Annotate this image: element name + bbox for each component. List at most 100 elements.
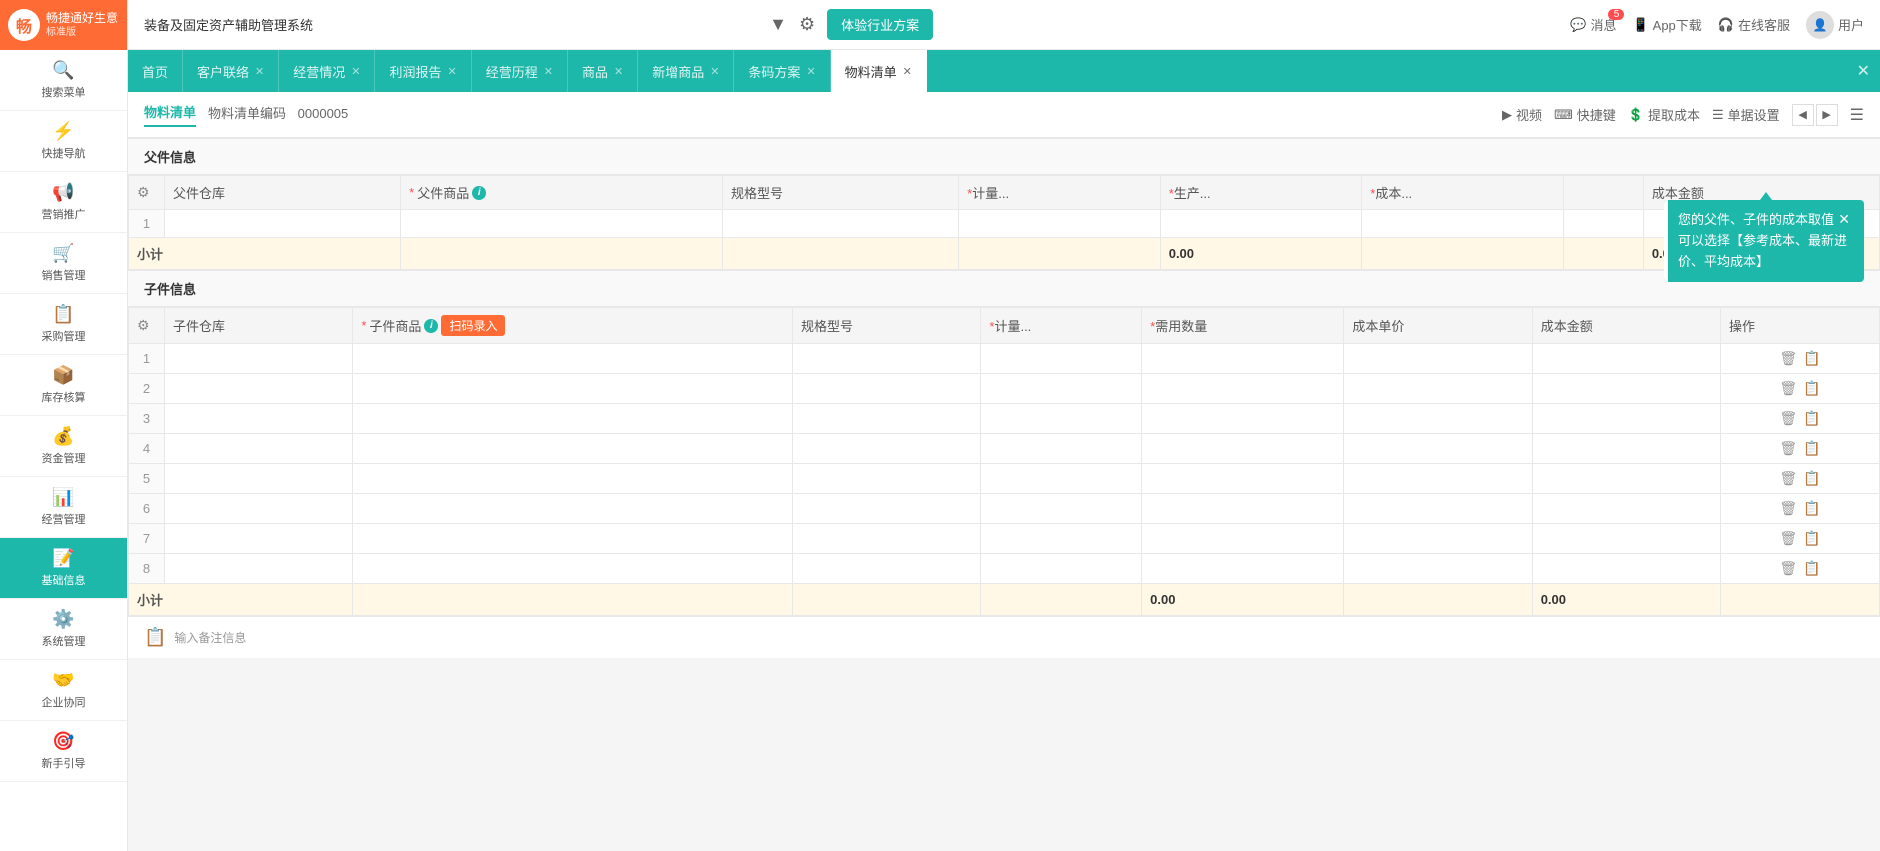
child-goods-cell[interactable] [353,374,793,404]
sub-tab-bom-list[interactable]: 物料清单 [144,102,196,127]
child-need-qty-cell[interactable] [1142,494,1344,524]
parent-col-settings[interactable]: ⚙ [129,176,165,210]
tab-operations-close-icon[interactable]: ✕ [351,65,360,78]
child-amount-cell[interactable] [1532,404,1720,434]
doc-settings-action[interactable]: ☰ 单据设置 [1712,105,1780,124]
child-amount-cell[interactable] [1532,524,1720,554]
child-spec-cell[interactable] [793,404,981,434]
sidebar-item-system[interactable]: ⚙️ 系统管理 [0,599,127,660]
parent-warehouse-cell[interactable] [165,210,401,238]
copy-icon[interactable]: 📋 [1803,350,1820,367]
tab-barcode-close-icon[interactable]: ✕ [806,65,815,78]
sidebar-item-marketing[interactable]: 📢 营销推广 [0,172,127,233]
tooltip-close-button[interactable]: ✕ [1838,208,1850,230]
parent-cost-cell[interactable] [1362,210,1564,238]
child-need-qty-cell[interactable] [1142,374,1344,404]
child-unit-cell[interactable] [981,494,1142,524]
child-warehouse-cell[interactable] [165,434,353,464]
sidebar-item-operations[interactable]: 📊 经营管理 [0,477,127,538]
child-col-settings[interactable]: ⚙ [129,308,165,344]
delete-icon[interactable]: 🗑 [1779,410,1797,427]
child-goods-cell[interactable] [353,404,793,434]
app-download-button[interactable]: 📱 App下载 [1632,15,1701,34]
copy-icon[interactable]: 📋 [1803,410,1820,427]
tab-operations[interactable]: 经营情况 ✕ [279,50,375,92]
nav-prev-button[interactable]: ◀ [1792,104,1814,126]
child-spec-cell[interactable] [793,344,981,374]
child-spec-cell[interactable] [793,494,981,524]
child-spec-cell[interactable] [793,374,981,404]
copy-icon[interactable]: 📋 [1803,440,1820,457]
delete-icon[interactable]: 🗑 [1779,470,1797,487]
tab-profit[interactable]: 利润报告 ✕ [375,50,471,92]
child-warehouse-cell[interactable] [165,554,353,584]
sidebar-item-basic-info[interactable]: 📝 基础信息 [0,538,127,599]
tab-new-goods-close-icon[interactable]: ✕ [710,65,719,78]
child-warehouse-cell[interactable] [165,464,353,494]
parent-produce-cell[interactable] [1160,210,1362,238]
child-unit-cost-cell[interactable] [1344,374,1532,404]
child-spec-cell[interactable] [793,524,981,554]
tab-goods-close-icon[interactable]: ✕ [614,65,623,78]
user-avatar[interactable]: 👤 用户 [1806,11,1864,39]
child-need-qty-cell[interactable] [1142,434,1344,464]
layout-icon[interactable]: ☰ [1850,105,1864,125]
parent-unit-cell[interactable] [959,210,1161,238]
child-amount-cell[interactable] [1532,494,1720,524]
sidebar-item-guide[interactable]: 🎯 新手引导 [0,721,127,782]
tab-history[interactable]: 经营历程 ✕ [472,50,568,92]
messages-button[interactable]: 💬 消息 5 [1570,15,1616,34]
child-amount-cell[interactable] [1532,554,1720,584]
tab-barcode[interactable]: 条码方案 ✕ [734,50,830,92]
parent-spec-cell[interactable] [723,210,959,238]
tab-goods[interactable]: 商品 ✕ [568,50,638,92]
delete-icon[interactable]: 🗑 [1779,530,1797,547]
tab-history-close-icon[interactable]: ✕ [544,65,553,78]
copy-icon[interactable]: 📋 [1803,470,1820,487]
tab-bom[interactable]: 物料清单 ✕ [831,50,927,92]
delete-icon[interactable]: 🗑 [1779,440,1797,457]
nav-next-button[interactable]: ▶ [1816,104,1838,126]
child-unit-cell[interactable] [981,404,1142,434]
close-all-tabs-icon[interactable]: ✕ [1847,61,1880,81]
tab-new-goods[interactable]: 新增商品 ✕ [638,50,734,92]
child-need-qty-cell[interactable] [1142,554,1344,584]
child-unit-cell[interactable] [981,524,1142,554]
child-unit-cost-cell[interactable] [1344,494,1532,524]
tab-home[interactable]: 首页 [128,50,183,92]
dropdown-arrow-icon[interactable]: ▼ [769,14,787,35]
child-amount-cell[interactable] [1532,374,1720,404]
child-unit-cell[interactable] [981,554,1142,584]
child-amount-cell[interactable] [1532,434,1720,464]
child-amount-cell[interactable] [1532,344,1720,374]
child-amount-cell[interactable] [1532,464,1720,494]
copy-icon[interactable]: 📋 [1803,380,1820,397]
child-spec-cell[interactable] [793,464,981,494]
child-unit-cost-cell[interactable] [1344,464,1532,494]
sidebar-item-search[interactable]: 🔍 搜索菜单 [0,50,127,111]
child-goods-cell[interactable] [353,464,793,494]
child-unit-cell[interactable] [981,344,1142,374]
child-goods-cell[interactable] [353,494,793,524]
trial-button[interactable]: 体验行业方案 [827,9,933,40]
copy-icon[interactable]: 📋 [1803,500,1820,517]
child-unit-cost-cell[interactable] [1344,344,1532,374]
child-warehouse-cell[interactable] [165,404,353,434]
child-unit-cell[interactable] [981,464,1142,494]
child-warehouse-cell[interactable] [165,494,353,524]
sidebar-item-finance[interactable]: 💰 资金管理 [0,416,127,477]
sidebar-item-inventory[interactable]: 📦 库存核算 [0,355,127,416]
shortcut-action[interactable]: ⌨ 快捷键 [1554,105,1616,124]
child-need-qty-cell[interactable] [1142,404,1344,434]
child-unit-cost-cell[interactable] [1344,434,1532,464]
child-need-qty-cell[interactable] [1142,524,1344,554]
delete-icon[interactable]: 🗑 [1779,500,1797,517]
child-warehouse-cell[interactable] [165,524,353,554]
child-goods-cell[interactable] [353,524,793,554]
child-unit-cost-cell[interactable] [1344,554,1532,584]
child-unit-cost-cell[interactable] [1344,524,1532,554]
child-spec-cell[interactable] [793,554,981,584]
child-goods-cell[interactable] [353,434,793,464]
child-warehouse-cell[interactable] [165,344,353,374]
child-goods-cell[interactable] [353,554,793,584]
